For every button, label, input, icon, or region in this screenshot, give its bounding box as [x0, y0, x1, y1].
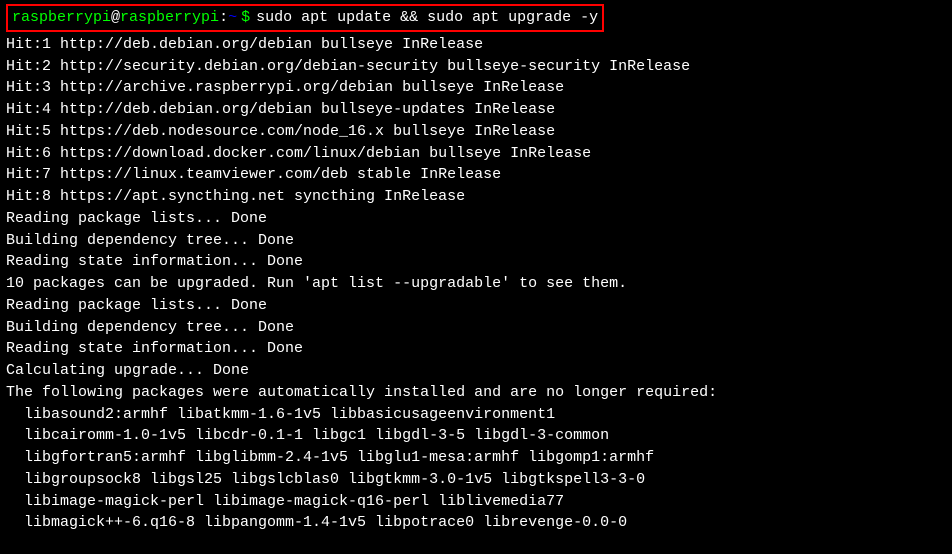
prompt-username: raspberrypi: [12, 7, 111, 29]
output-line: Building dependency tree... Done: [6, 317, 946, 339]
output-line: Hit:2 http://security.debian.org/debian-…: [6, 56, 946, 78]
output-line: Hit:3 http://archive.raspberrypi.org/deb…: [6, 77, 946, 99]
output-line: 10 packages can be upgraded. Run 'apt li…: [6, 273, 946, 295]
prompt-at: @: [111, 7, 120, 29]
terminal-output: Hit:1 http://deb.debian.org/debian bulls…: [6, 34, 946, 534]
output-line: The following packages were automaticall…: [6, 382, 946, 404]
output-line: libgfortran5:armhf libglibmm-2.4-1v5 lib…: [6, 447, 946, 469]
output-line: Reading package lists... Done: [6, 295, 946, 317]
output-line: Hit:1 http://deb.debian.org/debian bulls…: [6, 34, 946, 56]
prompt-colon: :: [219, 7, 228, 29]
output-line: Hit:4 http://deb.debian.org/debian bulls…: [6, 99, 946, 121]
output-line: libasound2:armhf libatkmm-1.6-1v5 libbas…: [6, 404, 946, 426]
output-line: Building dependency tree... Done: [6, 230, 946, 252]
output-line: Hit:7 https://linux.teamviewer.com/deb s…: [6, 164, 946, 186]
output-line: libgroupsock8 libgsl25 libgslcblas0 libg…: [6, 469, 946, 491]
output-line: libcairomm-1.0-1v5 libcdr-0.1-1 libgc1 l…: [6, 425, 946, 447]
output-line: Reading state information... Done: [6, 251, 946, 273]
output-line: Calculating upgrade... Done: [6, 360, 946, 382]
output-line: libmagick++-6.q16-8 libpangomm-1.4-1v5 l…: [6, 512, 946, 534]
prompt-box: raspberrypi @ raspberrypi : ~ $ sudo apt…: [6, 4, 604, 32]
terminal-window: raspberrypi @ raspberrypi : ~ $ sudo apt…: [0, 0, 952, 554]
output-line: Hit:5 https://deb.nodesource.com/node_16…: [6, 121, 946, 143]
prompt-tilde: ~: [228, 7, 237, 29]
prompt-dollar: $: [241, 7, 250, 29]
output-line: Hit:8 https://apt.syncthing.net syncthin…: [6, 186, 946, 208]
output-line: Reading state information... Done: [6, 338, 946, 360]
prompt-hostname: raspberrypi: [120, 7, 219, 29]
output-line: Hit:6 https://download.docker.com/linux/…: [6, 143, 946, 165]
output-line: Reading package lists... Done: [6, 208, 946, 230]
prompt-command: sudo apt update && sudo apt upgrade -y: [256, 7, 598, 29]
output-line: libimage-magick-perl libimage-magick-q16…: [6, 491, 946, 513]
prompt-line: raspberrypi @ raspberrypi : ~ $ sudo apt…: [6, 4, 946, 32]
